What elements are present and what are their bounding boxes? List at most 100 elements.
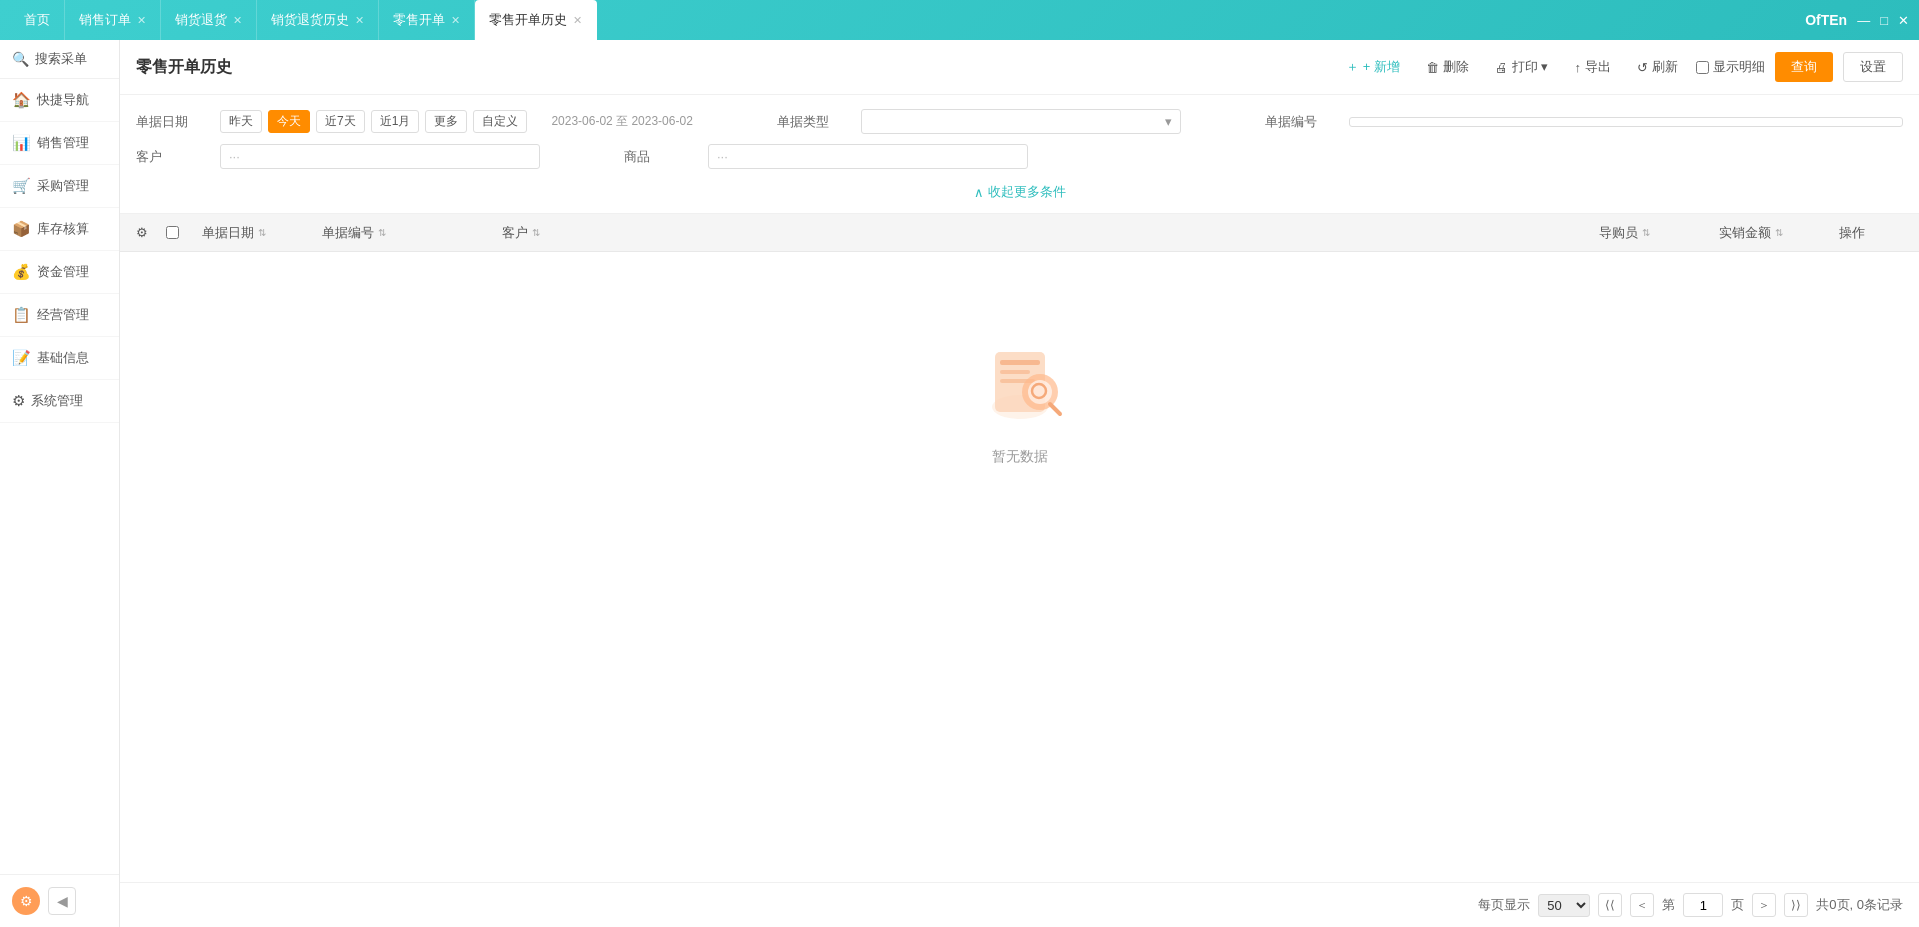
clipboard-icon: 📋 [12,306,31,324]
tab-retail-open[interactable]: 零售开单 ✕ [379,0,475,40]
th-amount[interactable]: 实销金额 ⇅ [1711,224,1831,242]
export-button[interactable]: ↑ 导出 [1567,54,1620,80]
close-tab-sales-return[interactable]: ✕ [233,14,242,27]
th-customer[interactable]: 客户 ⇅ [494,224,1591,242]
close-tab-retail-open-history[interactable]: ✕ [573,14,582,27]
table-header: ⚙ 单据日期 ⇅ 单据编号 ⇅ 客户 ⇅ 导购员 [120,214,1919,252]
toolbar: ＋ + 新增 🗑 删除 🖨 打印 ▾ ↑ 导出 ↺ 刷新 [1338,52,1903,82]
svg-rect-3 [1000,370,1030,374]
box-icon: 📦 [12,220,31,238]
th-date[interactable]: 单据日期 ⇅ [194,224,314,242]
svg-rect-2 [1000,360,1040,365]
content-area: 零售开单历史 ＋ + 新增 🗑 删除 🖨 打印 ▾ ↑ 导出 [120,40,1919,927]
tab-sales-order[interactable]: 销售订单 ✕ [65,0,161,40]
trash-icon: 🗑 [1426,60,1439,75]
table-settings-icon[interactable]: ⚙ [136,225,148,240]
sort-guide-icon: ⇅ [1642,227,1650,238]
sidebar-item-basic-info[interactable]: 📝 基础信息 [0,337,119,380]
empty-text: 暂无数据 [992,448,1048,466]
th-settings[interactable]: ⚙ [128,225,158,240]
page-header: 零售开单历史 ＋ + 新增 🗑 删除 🖨 打印 ▾ ↑ 导出 [120,40,1919,95]
query-button[interactable]: 查询 [1775,52,1833,82]
sidebar-search[interactable]: 🔍 搜索采单 [0,40,119,79]
money-icon: 💰 [12,263,31,281]
th-checkbox[interactable] [158,226,194,239]
chevron-down-icon: ▾ [1165,114,1172,129]
window-minimize[interactable]: — [1857,13,1870,28]
tab-retail-open-history[interactable]: 零售开单历史 ✕ [475,0,597,40]
per-page-select[interactable]: 50 100 200 [1538,894,1590,917]
close-tab-retail-open[interactable]: ✕ [451,14,460,27]
number-input[interactable] [1349,117,1903,127]
print-icon: 🖨 [1495,60,1508,75]
top-bar-right: OfTEn — □ ✕ [1805,12,1909,28]
sidebar-footer: ⚙ ◀ [0,874,119,927]
tab-sales-return[interactable]: 销货退货 ✕ [161,0,257,40]
filter-area: 单据日期 昨天 今天 近7天 近1月 更多 自定义 2023-06-02 至 2… [120,95,1919,214]
delete-button[interactable]: 🗑 删除 [1418,54,1477,80]
select-all-checkbox[interactable] [166,226,179,239]
sidebar-item-system-mgmt[interactable]: ⚙ 系统管理 [0,380,119,423]
page-title: 零售开单历史 [136,57,232,78]
goods-input[interactable]: ··· [708,144,1028,169]
pagination: 每页显示 50 100 200 ⟨⟨ ＜ 第 页 ＞ ⟩⟩ 共0页, 0条记录 [120,882,1919,927]
settings-button[interactable]: 设置 [1843,52,1903,82]
sort-number-icon: ⇅ [378,227,386,238]
close-tab-sales-order[interactable]: ✕ [137,14,146,27]
main-layout: 🔍 搜索采单 🏠 快捷导航 📊 销售管理 🛒 采购管理 📦 库存核算 💰 资金管… [0,40,1919,927]
sidebar-item-operations[interactable]: 📋 经营管理 [0,294,119,337]
gear-nav-icon: ⚙ [12,392,25,410]
sidebar-item-purchase-mgmt[interactable]: 🛒 采购管理 [0,165,119,208]
collapse-filter-button[interactable]: ∧ 收起更多条件 [136,179,1903,205]
page-number-input[interactable] [1683,893,1723,917]
sidebar-item-quick-nav[interactable]: 🏠 快捷导航 [0,79,119,122]
svg-line-7 [1050,404,1060,414]
print-button[interactable]: 🖨 打印 ▾ [1487,54,1557,80]
window-maximize[interactable]: □ [1880,13,1888,28]
per-page-label: 每页显示 [1478,896,1530,914]
sidebar-item-sales-mgmt[interactable]: 📊 销售管理 [0,122,119,165]
chevron-up-icon: ∧ [974,185,984,200]
type-select[interactable]: ▾ [861,109,1181,134]
sidebar-item-inventory[interactable]: 📦 库存核算 [0,208,119,251]
date-buttons: 昨天 今天 近7天 近1月 更多 自定义 [220,110,527,133]
tab-sales-return-history[interactable]: 销货退货历史 ✕ [257,0,379,40]
plus-icon: ＋ [1346,58,1359,76]
customer-input[interactable]: ··· [220,144,540,169]
customer-dots: ··· [229,149,240,164]
date-btn-more[interactable]: 更多 [425,110,467,133]
page-last-button[interactable]: ⟩⟩ [1784,893,1808,917]
add-button[interactable]: ＋ + 新增 [1338,54,1408,80]
page-next-button[interactable]: ＞ [1752,893,1776,917]
date-range-display: 2023-06-02 至 2023-06-02 [551,113,692,130]
th-action: 操作 [1831,224,1911,242]
date-btn-custom[interactable]: 自定义 [473,110,527,133]
search-icon: 🔍 [12,51,29,67]
sidebar-item-finance[interactable]: 💰 资金管理 [0,251,119,294]
home-icon: 🏠 [12,91,31,109]
type-filter-label: 单据类型 [777,113,837,131]
th-guide[interactable]: 导购员 ⇅ [1591,224,1711,242]
th-number[interactable]: 单据编号 ⇅ [314,224,494,242]
export-icon: ↑ [1575,60,1582,75]
window-close[interactable]: ✕ [1898,13,1909,28]
cart-icon: 🛒 [12,177,31,195]
date-btn-1month[interactable]: 近1月 [371,110,420,133]
detail-checkbox-input[interactable] [1696,61,1709,74]
settings-gear-button[interactable]: ⚙ [12,887,40,915]
tab-home[interactable]: 首页 [10,0,65,40]
date-btn-yesterday[interactable]: 昨天 [220,110,262,133]
refresh-button[interactable]: ↺ 刷新 [1629,54,1686,80]
date-btn-today[interactable]: 今天 [268,110,310,133]
sidebar-collapse-button[interactable]: ◀ [48,887,76,915]
page-prev-button[interactable]: ＜ [1630,893,1654,917]
chart-icon: 📊 [12,134,31,152]
goods-filter-label: 商品 [624,148,684,166]
close-tab-sales-return-history[interactable]: ✕ [355,14,364,27]
customer-filter-label: 客户 [136,148,196,166]
date-btn-7days[interactable]: 近7天 [316,110,365,133]
filter-row-2: 客户 ··· 商品 ··· [136,144,1903,169]
sort-amount-icon: ⇅ [1775,227,1783,238]
display-detail-checkbox[interactable]: 显示明细 [1696,58,1765,76]
page-first-button[interactable]: ⟨⟨ [1598,893,1622,917]
